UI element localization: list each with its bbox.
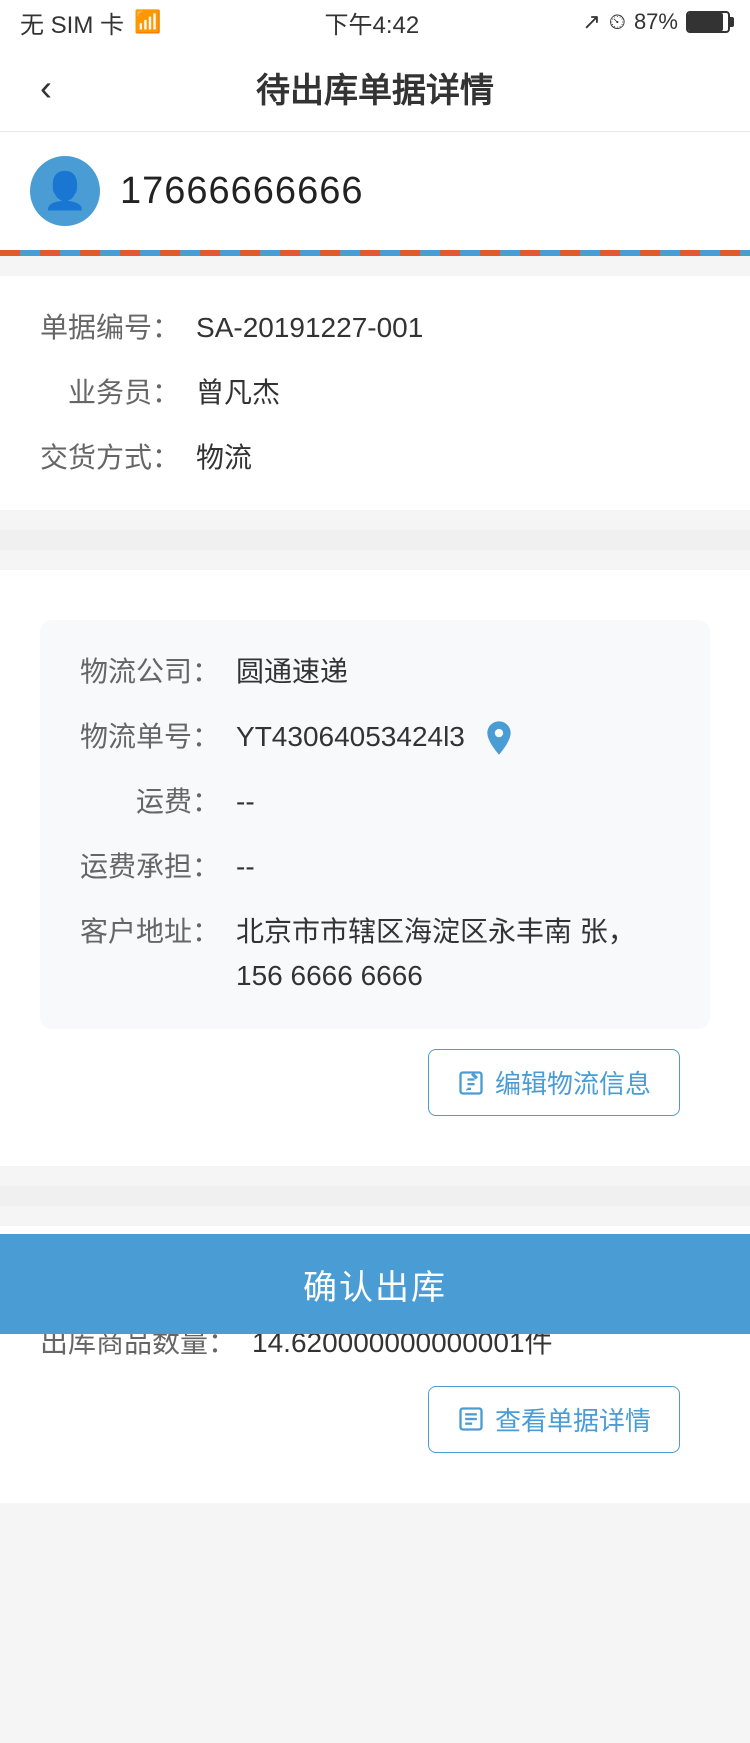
sales-person-value: 曾凡杰 xyxy=(196,371,710,416)
freight-label: 运费： xyxy=(80,780,220,825)
logistics-company-row: 物流公司： 圆通速递 xyxy=(80,650,670,695)
wifi-icon: 📶 xyxy=(134,9,161,35)
status-left: 无 SIM 卡 📶 xyxy=(20,5,161,40)
alarm-icon: ⏲ xyxy=(609,9,626,35)
location-icon[interactable] xyxy=(479,718,519,758)
decorative-line xyxy=(0,250,750,256)
logistics-card: 物流公司： 圆通速递 物流单号： YT43064053424l3 运费： -- … xyxy=(40,620,710,1029)
view-detail-label: 查看单据详情 xyxy=(495,1401,651,1438)
tracking-number-text: YT43064053424l3 xyxy=(236,715,465,760)
address-value: 北京市市辖区海淀区永丰南 张，156 6666 6666 xyxy=(236,910,670,1000)
document-number-row: 单据编号： SA-20191227-001 xyxy=(40,306,710,351)
status-bar: 无 SIM 卡 📶 下午4:42 ↗ ⏲ 87% xyxy=(0,0,750,44)
delivery-method-row: 交货方式： 物流 xyxy=(40,436,710,481)
divider-2 xyxy=(0,1186,750,1206)
battery-percent: 87% xyxy=(634,9,678,35)
status-right: ↗ ⏲ 87% xyxy=(582,9,730,35)
bottom-spacer xyxy=(0,1523,750,1743)
order-info-section: 单据编号： SA-20191227-001 业务员： 曾凡杰 交货方式： 物流 xyxy=(0,276,750,510)
tracking-number-label: 物流单号： xyxy=(80,715,220,760)
edit-logistics-label: 编辑物流信息 xyxy=(495,1064,651,1101)
customer-section: 👤 17666666666 xyxy=(0,132,750,256)
edit-logistics-container: 编辑物流信息 xyxy=(70,1049,680,1116)
freight-row: 运费： -- xyxy=(80,780,670,825)
battery-icon xyxy=(686,11,730,33)
view-detail-button[interactable]: 查看单据详情 xyxy=(428,1386,680,1453)
logistics-company-label: 物流公司： xyxy=(80,650,220,695)
carrier-label: 无 SIM 卡 xyxy=(20,5,124,40)
location-icon: ↗ xyxy=(582,9,600,35)
logistics-company-value: 圆通速递 xyxy=(236,650,670,695)
logistics-section: 物流公司： 圆通速递 物流单号： YT43064053424l3 运费： -- … xyxy=(0,570,750,1166)
sales-person-label: 业务员： xyxy=(40,371,180,416)
document-icon xyxy=(457,1405,485,1433)
avatar: 👤 xyxy=(30,156,100,226)
person-icon: 👤 xyxy=(43,170,88,212)
status-time: 下午4:42 xyxy=(325,5,420,40)
customer-phone: 17666666666 xyxy=(120,170,363,213)
back-button[interactable]: ‹ xyxy=(30,57,62,119)
tracking-number-value: YT43064053424l3 xyxy=(236,715,670,760)
sales-person-row: 业务员： 曾凡杰 xyxy=(40,371,710,416)
delivery-method-value: 物流 xyxy=(196,436,710,481)
freight-value: -- xyxy=(236,780,670,825)
edit-icon xyxy=(457,1069,485,1097)
document-number-label: 单据编号： xyxy=(40,306,180,351)
customer-header: 👤 17666666666 xyxy=(0,132,750,250)
freight-payer-value: -- xyxy=(236,845,670,890)
freight-payer-row: 运费承担： -- xyxy=(80,845,670,890)
delivery-method-label: 交货方式： xyxy=(40,436,180,481)
freight-payer-label: 运费承担： xyxy=(80,845,220,890)
divider-1 xyxy=(0,530,750,550)
edit-logistics-button[interactable]: 编辑物流信息 xyxy=(428,1049,680,1116)
confirm-button[interactable]: 确认出库 xyxy=(0,1234,750,1334)
page-title: 待出库单据详情 xyxy=(256,63,494,112)
nav-bar: ‹ 待出库单据详情 xyxy=(0,44,750,132)
address-label: 客户地址： xyxy=(80,910,220,1000)
view-detail-container: 查看单据详情 xyxy=(70,1386,680,1453)
confirm-btn-container: 确认出库 xyxy=(0,1234,750,1334)
address-row: 客户地址： 北京市市辖区海淀区永丰南 张，156 6666 6666 xyxy=(80,910,670,1000)
tracking-number-row: 物流单号： YT43064053424l3 xyxy=(80,715,670,760)
document-number-value: SA-20191227-001 xyxy=(196,306,710,351)
